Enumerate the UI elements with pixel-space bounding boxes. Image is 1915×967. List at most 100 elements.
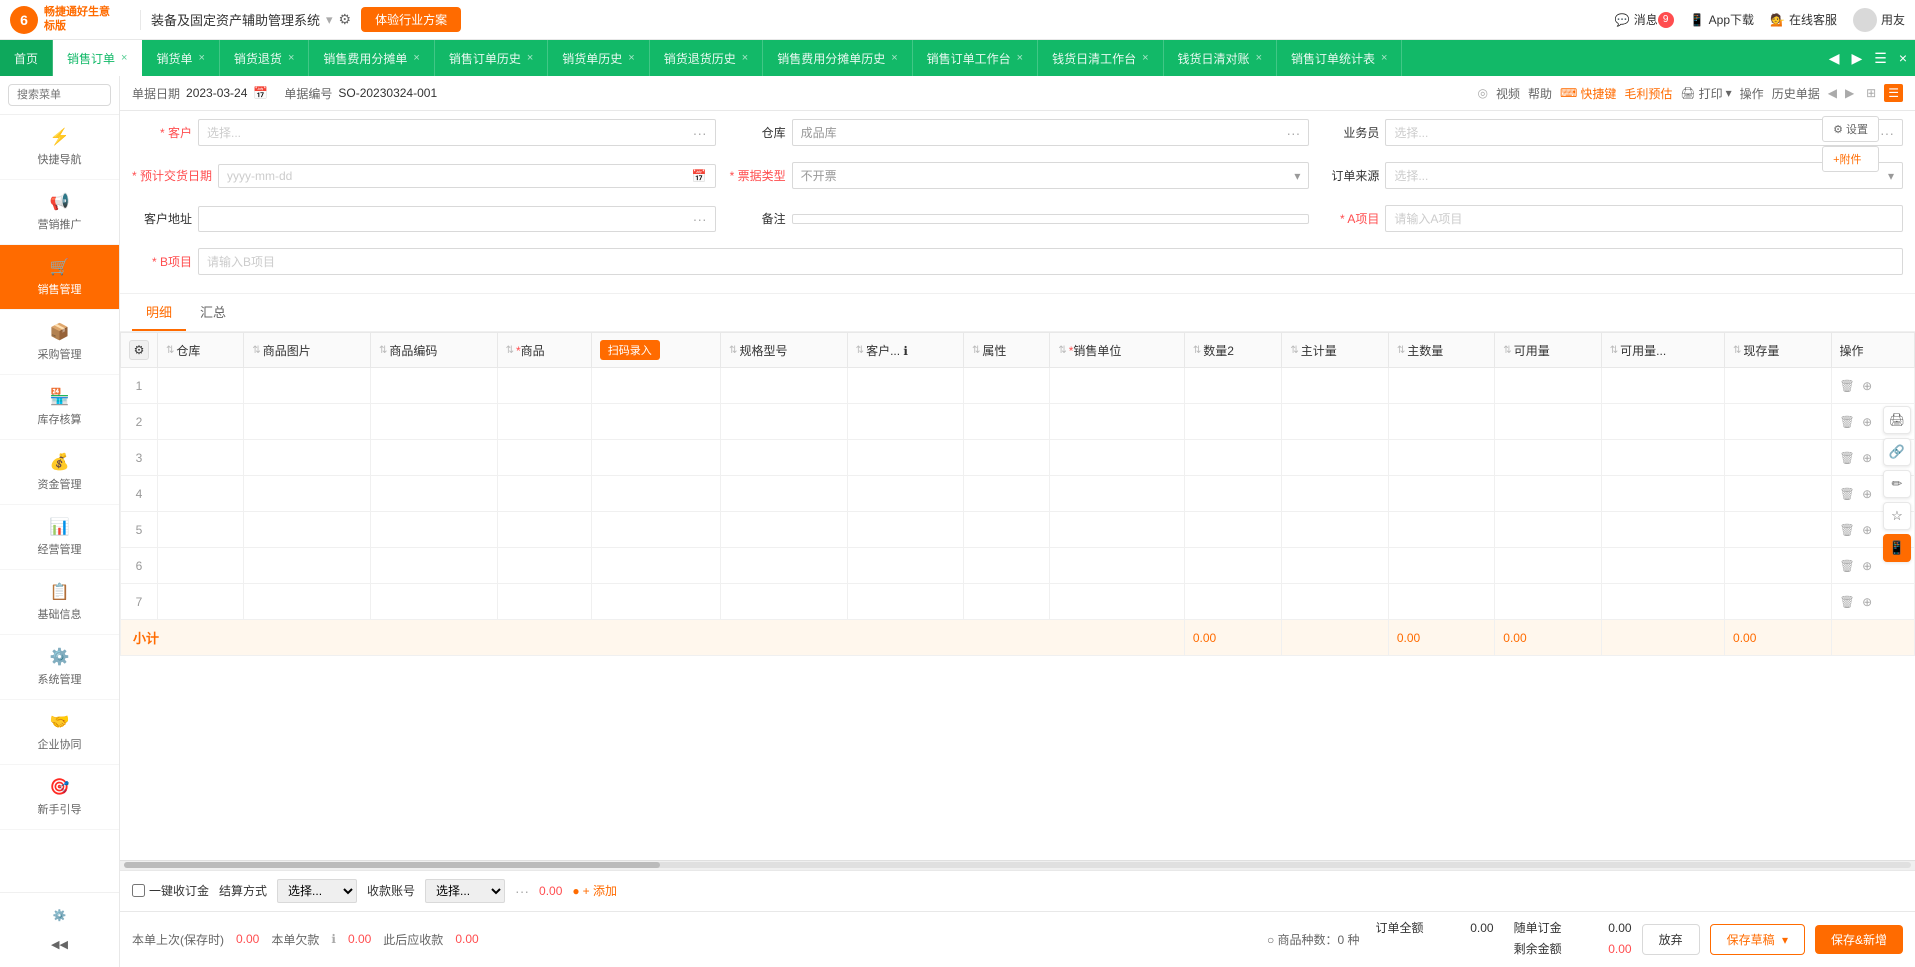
nav-menu-icon[interactable]: ☰ (1870, 48, 1891, 69)
cell-scan[interactable] (591, 584, 720, 620)
cell-unit[interactable] (1050, 584, 1184, 620)
cell-scan[interactable] (591, 476, 720, 512)
sidebar-item-quicknav[interactable]: ⚡ 快捷导航 (0, 115, 119, 180)
more-icon[interactable]: ··· (693, 211, 707, 227)
sidebar-item-basic[interactable]: 📋 基础信息 (0, 570, 119, 635)
cell-warehouse[interactable] (158, 584, 244, 620)
cell-qty2[interactable] (1184, 368, 1282, 404)
close-tab-icon[interactable]: × (742, 52, 748, 64)
cell-main-unit[interactable] (1282, 476, 1388, 512)
cell-code[interactable] (370, 476, 497, 512)
tab-invoice-history[interactable]: 销货单历史 × (548, 40, 649, 76)
discard-button[interactable]: 放弃 (1642, 924, 1700, 955)
cell-qty2[interactable] (1184, 440, 1282, 476)
close-tab-icon[interactable]: × (1256, 52, 1262, 64)
cell-spec[interactable] (721, 368, 848, 404)
one-click-checkbox[interactable] (132, 884, 145, 897)
cell-main-qty[interactable] (1388, 368, 1494, 404)
cell-warehouse[interactable] (158, 368, 244, 404)
right-mobile-icon[interactable]: 📱 (1883, 534, 1911, 562)
nav-next2-icon[interactable]: ▶ (1845, 86, 1854, 100)
save-new-button[interactable]: 保存&新增 (1815, 925, 1903, 954)
close-tab-icon[interactable]: × (1381, 52, 1387, 64)
solution-button[interactable]: 体验行业方案 (361, 7, 461, 32)
cell-attr[interactable] (964, 440, 1050, 476)
close-tab-icon[interactable]: × (288, 52, 294, 64)
cell-image[interactable] (244, 476, 371, 512)
tab-sales-order[interactable]: 销售订单 × (53, 40, 142, 76)
cell-product[interactable] (497, 440, 591, 476)
delete-icon[interactable]: 🗑 (1840, 559, 1855, 573)
copy-icon[interactable]: ⊕ (1862, 523, 1872, 537)
calendar-icon[interactable]: 📅 (253, 86, 268, 100)
more-icon[interactable]: ··· (1880, 125, 1894, 141)
cell-main-unit[interactable] (1282, 404, 1388, 440)
column-settings-icon[interactable]: ⚙ (129, 340, 149, 360)
calendar-icon[interactable]: 📅 (692, 169, 707, 183)
tab-home[interactable]: 首页 (0, 40, 53, 76)
more-icon[interactable]: ··· (515, 883, 529, 899)
cell-scan[interactable] (591, 548, 720, 584)
cell-action[interactable]: 🗑 ⊕ (1831, 584, 1915, 620)
sidebar-item-inventory[interactable]: 🏪 库存核算 (0, 375, 119, 440)
account-select[interactable]: 选择... (425, 879, 505, 903)
cell-warehouse[interactable] (158, 440, 244, 476)
cell-attr[interactable] (964, 548, 1050, 584)
operation-button[interactable]: 操作 (1740, 85, 1764, 102)
copy-icon[interactable]: ⊕ (1862, 559, 1872, 573)
cell-warehouse[interactable] (158, 404, 244, 440)
message-button[interactable]: 💬 消息 9 (1615, 11, 1674, 28)
customer-input[interactable]: 选择... ··· (198, 119, 716, 146)
list-icon[interactable]: ☰ (1884, 84, 1903, 102)
close-tab-icon[interactable]: × (1142, 52, 1148, 64)
cell-available2[interactable] (1601, 404, 1724, 440)
right-link-icon[interactable]: 🔗 (1883, 438, 1911, 466)
delete-icon[interactable]: 🗑 (1840, 487, 1855, 501)
sidebar-item-finance[interactable]: 💰 资金管理 (0, 440, 119, 505)
delivery-input[interactable]: yyyy-mm-dd 📅 (218, 164, 716, 188)
cell-stock[interactable] (1725, 368, 1831, 404)
cell-image[interactable] (244, 368, 371, 404)
remark-input[interactable] (792, 214, 1310, 224)
user-menu[interactable]: 用友 (1853, 8, 1905, 32)
tab-daily-workbench[interactable]: 钱货日清工作台 × (1038, 40, 1163, 76)
tab-sales-invoice[interactable]: 销货单 × (142, 40, 219, 76)
right-print-icon[interactable]: 🖨 (1883, 406, 1911, 434)
close-tab-icon[interactable]: × (198, 52, 204, 64)
cell-spec[interactable] (721, 584, 848, 620)
cell-available1[interactable] (1495, 440, 1601, 476)
project-a-input[interactable]: 请输入A项目 (1385, 205, 1903, 232)
cell-image[interactable] (244, 548, 371, 584)
close-tab-icon[interactable]: × (413, 52, 419, 64)
cell-qty2[interactable] (1184, 548, 1282, 584)
cell-product[interactable] (497, 476, 591, 512)
tab-summary[interactable]: 汇总 (186, 294, 240, 331)
sidebar-collapse-button[interactable]: ◀◀ (0, 930, 119, 959)
cell-code[interactable] (370, 440, 497, 476)
cell-scan[interactable] (591, 440, 720, 476)
cell-available1[interactable] (1495, 404, 1601, 440)
cell-main-qty[interactable] (1388, 476, 1494, 512)
cell-main-unit[interactable] (1282, 440, 1388, 476)
help-button[interactable]: 帮助 (1528, 85, 1552, 102)
th-settings[interactable]: ⚙ (121, 333, 158, 368)
cell-main-unit[interactable] (1282, 512, 1388, 548)
profit-button[interactable]: 毛利预估 (1624, 85, 1672, 102)
tab-fee-history[interactable]: 销售费用分摊单历史 × (763, 40, 912, 76)
scan-button[interactable]: 扫码录入 (600, 340, 660, 360)
settings-button[interactable]: ⚙ 设置 (1822, 116, 1879, 142)
copy-icon[interactable]: ⊕ (1862, 451, 1872, 465)
delete-icon[interactable]: 🗑 (1840, 523, 1855, 537)
delete-icon[interactable]: 🗑 (1840, 451, 1855, 465)
close-tab-icon[interactable]: × (1017, 52, 1023, 64)
cell-code[interactable] (370, 368, 497, 404)
cell-stock[interactable] (1725, 584, 1831, 620)
cell-main-qty[interactable] (1388, 548, 1494, 584)
cell-attr[interactable] (964, 368, 1050, 404)
cell-spec[interactable] (721, 404, 848, 440)
tab-detail[interactable]: 明细 (132, 294, 186, 331)
cell-available2[interactable] (1601, 584, 1724, 620)
cell-code[interactable] (370, 548, 497, 584)
sidebar-item-purchase[interactable]: 📦 采购管理 (0, 310, 119, 375)
copy-icon[interactable]: ⊕ (1862, 487, 1872, 501)
